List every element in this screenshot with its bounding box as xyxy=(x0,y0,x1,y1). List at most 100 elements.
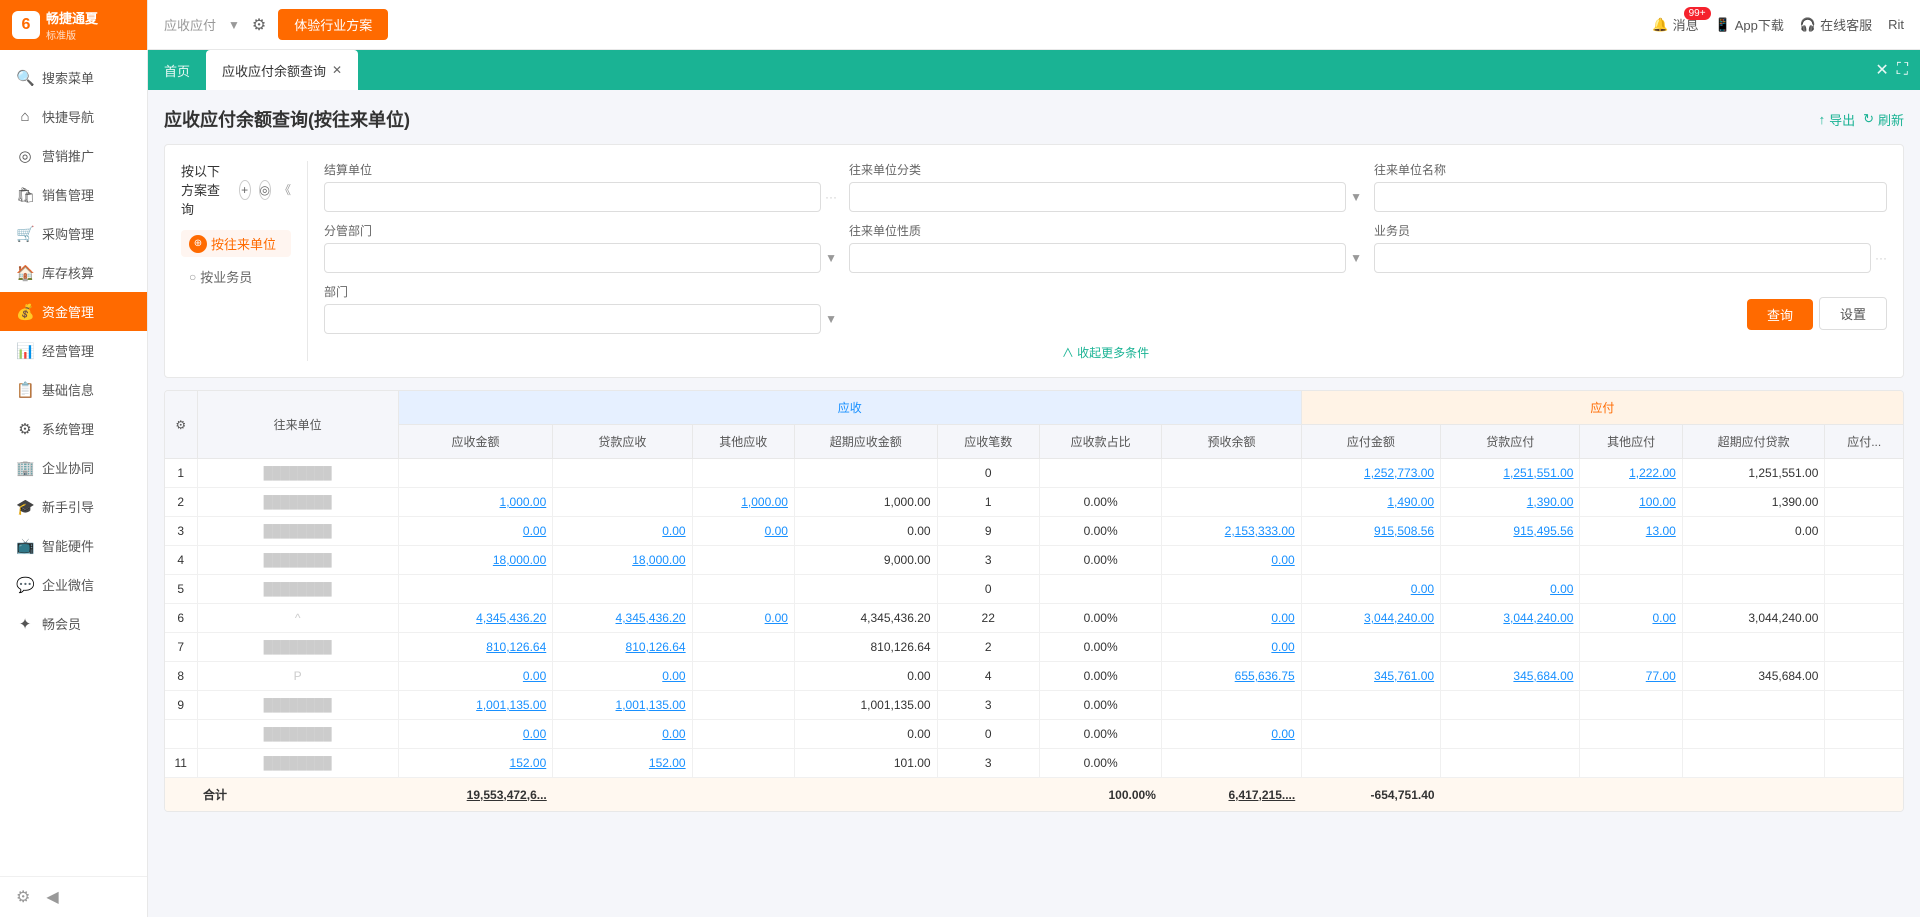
tab-bar-close-icon[interactable]: ✕ xyxy=(1875,60,1888,80)
refresh-button[interactable]: ↻ 刷新 xyxy=(1863,110,1904,129)
sidebar-collapse-btn[interactable]: ◀ xyxy=(46,887,58,907)
partner-name-cell: ████████ xyxy=(197,459,398,488)
tab-ar-ap-query[interactable]: 应收应付余额查询 ✕ xyxy=(206,50,358,90)
th-ap-amount: 应付金额 xyxy=(1301,425,1440,459)
tab-bar-expand-icon[interactable]: ⛶ xyxy=(1897,61,1908,79)
partner-cat-input-row: ▼ xyxy=(849,182,1362,212)
table-footer: 合计 19,553,472,6... 100.00% 6,417,215....… xyxy=(165,778,1903,812)
table-row: 11 ████████ 152.00 152.00 101.00 3 0.00% xyxy=(165,749,1903,778)
sidebar-item-enterprise[interactable]: 🏢企业协同 xyxy=(0,448,147,487)
partner-name-cell: ████████ xyxy=(197,633,398,662)
partner-name-label: 往来单位名称 xyxy=(1374,161,1887,178)
header-gear-icon[interactable]: ⚙ xyxy=(252,15,266,35)
partner-name-cell: P xyxy=(197,662,398,691)
table-settings-icon[interactable]: ⚙ xyxy=(165,391,197,459)
partner-name-cell: ████████ xyxy=(197,749,398,778)
th-group-ar: 应收 xyxy=(398,391,1301,425)
export-button[interactable]: ↑ 导出 xyxy=(1819,110,1856,129)
th-ar-amount: 应收金额 xyxy=(398,425,552,459)
partner-cat-label: 往来单位分类 xyxy=(849,161,1362,178)
dept-mgr-label: 分管部门 xyxy=(324,222,837,239)
sidebar-item-label: 智能硬件 xyxy=(42,536,94,555)
sidebar-item-label: 资金管理 xyxy=(42,302,94,321)
sidebar-item-smart-hw[interactable]: 📺智能硬件 xyxy=(0,526,147,565)
row-num: 7 xyxy=(165,633,197,662)
service-icon: 🎧 xyxy=(1800,17,1816,33)
solution-button[interactable]: 体验行业方案 xyxy=(278,9,388,40)
dept-mgr-select[interactable] xyxy=(324,243,821,273)
filter-scheme-by-staff[interactable]: ○ 按业务员 xyxy=(181,263,291,290)
settlement-dots[interactable]: ··· xyxy=(825,190,837,204)
export-icon: ↑ xyxy=(1819,112,1826,127)
settings-button[interactable]: 设置 xyxy=(1819,297,1887,330)
table-row: 5 ████████ 0 0.00 0.00 xyxy=(165,575,1903,604)
app-download-button[interactable]: 📱 App下载 xyxy=(1715,15,1784,34)
service-label: 在线客服 xyxy=(1820,15,1872,34)
sidebar-item-wechat[interactable]: 💬企业微信 xyxy=(0,565,147,604)
sidebar-settings-btn[interactable]: ⚙ xyxy=(16,887,30,907)
sidebar-item-sales[interactable]: 🛍销售管理 xyxy=(0,175,147,214)
sidebar-item-label: 企业协同 xyxy=(42,458,94,477)
finance-icon: 💰 xyxy=(16,303,34,321)
partner-name-cell: ████████ xyxy=(197,517,398,546)
footer-ar-amount[interactable]: 19,553,472,6... xyxy=(398,778,552,812)
filter-row-1: 结算单位 ··· 往来单位分类 ▼ xyxy=(324,161,1887,212)
collapse-more-button[interactable]: ∧ 收起更多条件 xyxy=(1062,346,1149,360)
sidebar-item-search-menu[interactable]: 🔍搜索菜单 xyxy=(0,58,147,97)
sidebar-item-label: 经营管理 xyxy=(42,341,94,360)
partner-name-input[interactable] xyxy=(1374,182,1887,212)
tab-bar-right: ✕ ⛶ xyxy=(1875,60,1920,80)
operation-icon: 📊 xyxy=(16,342,34,360)
salesperson-input[interactable] xyxy=(1374,243,1871,273)
sidebar-item-inventory[interactable]: 🏠库存核算 xyxy=(0,253,147,292)
salesperson-dots[interactable]: ··· xyxy=(1875,251,1887,265)
dept-select[interactable] xyxy=(324,304,821,334)
filter-header-title: 按以下方案查询 xyxy=(181,161,231,218)
partner-cat-select[interactable] xyxy=(849,182,1346,212)
sidebar-item-member[interactable]: ✦畅会员 xyxy=(0,604,147,643)
filter-add-button[interactable]: + xyxy=(239,180,251,200)
filter-scheme-by-partner[interactable]: ⊕ 按往来单位 xyxy=(181,230,291,257)
sidebar-item-quick-nav[interactable]: ⌂ 快捷导航 xyxy=(0,97,147,136)
filter-set-button[interactable]: ◎ xyxy=(259,180,271,200)
sidebar-item-beginner[interactable]: 🎓新手引导 xyxy=(0,487,147,526)
header-title: 应收应付 xyxy=(164,15,216,34)
sidebar-item-system[interactable]: ⚙系统管理 xyxy=(0,409,147,448)
sidebar-item-label: 快捷导航 xyxy=(42,107,94,126)
footer-ar-advance[interactable]: 6,417,215.... xyxy=(1162,778,1301,812)
sidebar-item-marketing[interactable]: ◎营销推广 xyxy=(0,136,147,175)
member-icon: ✦ xyxy=(16,615,34,633)
sidebar-item-operation[interactable]: 📊 经营管理 xyxy=(0,331,147,370)
user-name[interactable]: Rit xyxy=(1888,17,1904,32)
message-button[interactable]: 🔔 消息 99+ xyxy=(1652,15,1698,34)
row-num: 6 xyxy=(165,604,197,633)
filter-field-salesperson: 业务员 ··· xyxy=(1374,222,1887,273)
top-header: 应收应付 ▼ ⚙ 体验行业方案 🔔 消息 99+ 📱 App下载 🎧 在线客服 … xyxy=(148,0,1920,50)
settlement-input[interactable] xyxy=(324,182,821,212)
row-num xyxy=(165,720,197,749)
refresh-icon: ↻ xyxy=(1863,111,1874,127)
tab-home[interactable]: 首页 xyxy=(148,50,206,90)
footer-ap-more xyxy=(1825,778,1903,812)
export-label: 导出 xyxy=(1829,110,1855,129)
basic-info-icon: 📋 xyxy=(16,381,34,399)
header-chevron-icon[interactable]: ▼ xyxy=(228,18,240,32)
query-button[interactable]: 查询 xyxy=(1747,299,1813,330)
table-row: 8 P 0.00 0.00 0.00 4 0.00% 655,636.75 34… xyxy=(165,662,1903,691)
message-badge: 99+ xyxy=(1684,7,1711,20)
dept-mgr-input-row: ▼ xyxy=(324,243,837,273)
partner-nature-select[interactable] xyxy=(849,243,1346,273)
table-area: ⚙ 往来单位 应收 应付 应收金额 贷款应收 其他应收 超期应收金额 应收笔数 … xyxy=(164,390,1904,812)
sidebar-menu: 🔍搜索菜单 ⌂ 快捷导航 ◎营销推广 🛍销售管理 🛒采购管理 🏠库存核算 💰 资金管… xyxy=(0,50,147,876)
tab-close-icon[interactable]: ✕ xyxy=(332,63,342,77)
sidebar-item-basic-info[interactable]: 📋基础信息 xyxy=(0,370,147,409)
sidebar-item-finance[interactable]: 💰 资金管理 xyxy=(0,292,147,331)
sidebar-item-purchase[interactable]: 🛒采购管理 xyxy=(0,214,147,253)
settlement-label: 结算单位 xyxy=(324,161,837,178)
service-button[interactable]: 🎧 在线客服 xyxy=(1800,15,1872,34)
search-icon: 🔍 xyxy=(16,69,34,87)
filter-fields: 结算单位 ··· 往来单位分类 ▼ xyxy=(324,161,1887,361)
salesperson-input-row: ··· xyxy=(1374,243,1887,273)
filter-collapse-button[interactable]: 《 xyxy=(279,181,291,198)
home-icon: ⌂ xyxy=(16,108,34,125)
